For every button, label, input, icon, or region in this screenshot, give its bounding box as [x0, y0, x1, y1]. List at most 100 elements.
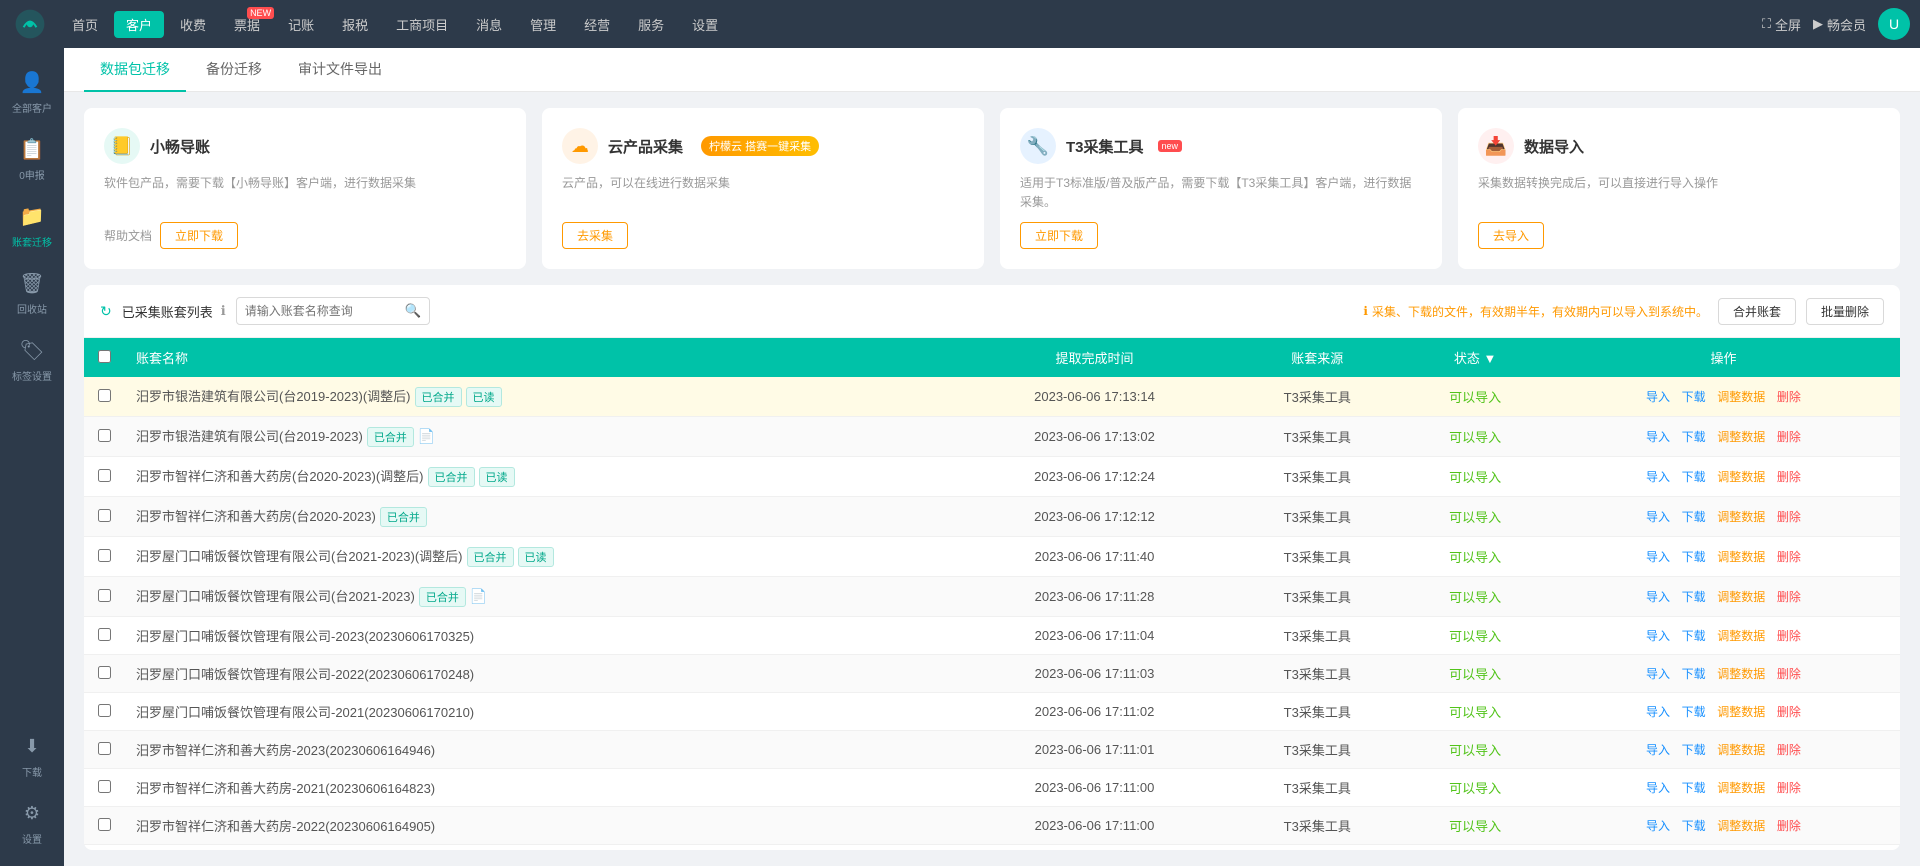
row-checkbox-cell[interactable]: [84, 417, 124, 457]
import-link[interactable]: 导入: [1646, 705, 1670, 719]
row-checkbox[interactable]: [98, 742, 111, 755]
sidebar-bottom-item-设置[interactable]: ⚙设置: [0, 789, 64, 856]
delete-link[interactable]: 删除: [1777, 781, 1801, 795]
nav-item-票据[interactable]: 票据NEW: [222, 11, 272, 38]
adjust-data-link[interactable]: 调整数据: [1717, 430, 1765, 444]
file-icon[interactable]: 📄: [418, 428, 435, 444]
row-checkbox[interactable]: [98, 704, 111, 717]
card-action-btn[interactable]: 去采集: [562, 222, 628, 249]
row-checkbox-cell[interactable]: [84, 693, 124, 731]
nav-item-客户[interactable]: 客户: [114, 11, 164, 38]
adjust-data-link[interactable]: 调整数据: [1717, 667, 1765, 681]
download-link[interactable]: 下载: [1682, 781, 1706, 795]
tab-数据包迁移[interactable]: 数据包迁移: [84, 48, 186, 92]
adjust-data-link[interactable]: 调整数据: [1717, 629, 1765, 643]
col-status[interactable]: 状态 ▼: [1403, 338, 1547, 377]
row-checkbox-cell[interactable]: [84, 655, 124, 693]
adjust-data-link[interactable]: 调整数据: [1717, 743, 1765, 757]
app-logo[interactable]: [10, 4, 50, 44]
search-button[interactable]: 🔍: [397, 303, 430, 319]
download-link[interactable]: 下载: [1682, 390, 1706, 404]
delete-link[interactable]: 删除: [1777, 470, 1801, 484]
batch-delete-btn[interactable]: 批量删除: [1806, 298, 1884, 325]
download-link[interactable]: 下载: [1682, 667, 1706, 681]
sidebar-item-标签设置[interactable]: 🏷标签设置: [0, 326, 64, 393]
row-checkbox-cell[interactable]: [84, 617, 124, 655]
nav-item-收费[interactable]: 收费: [168, 11, 218, 38]
download-link[interactable]: 下载: [1682, 590, 1706, 604]
delete-link[interactable]: 删除: [1777, 819, 1801, 833]
nav-item-记账[interactable]: 记账: [276, 11, 326, 38]
sidebar-item-账套迁移[interactable]: 📁账套迁移: [0, 192, 64, 259]
row-checkbox-cell[interactable]: [84, 537, 124, 577]
download-link[interactable]: 下载: [1682, 430, 1706, 444]
nav-item-工商项目[interactable]: 工商项目: [384, 11, 460, 38]
row-checkbox[interactable]: [98, 549, 111, 562]
row-checkbox[interactable]: [98, 628, 111, 641]
row-checkbox-cell[interactable]: [84, 807, 124, 845]
search-input[interactable]: [237, 304, 397, 318]
sidebar-item-0申报[interactable]: 📋0申报: [0, 125, 64, 192]
adjust-data-link[interactable]: 调整数据: [1717, 705, 1765, 719]
download-link[interactable]: 下载: [1682, 550, 1706, 564]
delete-link[interactable]: 删除: [1777, 629, 1801, 643]
adjust-data-link[interactable]: 调整数据: [1717, 550, 1765, 564]
import-link[interactable]: 导入: [1646, 667, 1670, 681]
card-action-btn[interactable]: 立即下载: [160, 222, 238, 249]
download-link[interactable]: 下载: [1682, 629, 1706, 643]
delete-link[interactable]: 删除: [1777, 705, 1801, 719]
row-checkbox-cell[interactable]: [84, 845, 124, 850]
card-action-btn[interactable]: 去导入: [1478, 222, 1544, 249]
download-link[interactable]: 下载: [1682, 470, 1706, 484]
row-checkbox[interactable]: [98, 389, 111, 402]
file-icon[interactable]: 📄: [470, 588, 487, 604]
sidebar-bottom-item-下载[interactable]: ⬇下载: [0, 722, 64, 789]
import-link[interactable]: 导入: [1646, 629, 1670, 643]
row-checkbox-cell[interactable]: [84, 577, 124, 617]
nav-item-设置[interactable]: 设置: [680, 11, 730, 38]
tab-备份迁移[interactable]: 备份迁移: [190, 48, 278, 92]
tab-审计文件导出[interactable]: 审计文件导出: [282, 48, 398, 92]
nav-item-服务[interactable]: 服务: [626, 11, 676, 38]
delete-link[interactable]: 删除: [1777, 667, 1801, 681]
user-avatar[interactable]: U: [1878, 8, 1910, 40]
download-link[interactable]: 下载: [1682, 819, 1706, 833]
nav-item-报税[interactable]: 报税: [330, 11, 380, 38]
delete-link[interactable]: 删除: [1777, 550, 1801, 564]
import-link[interactable]: 导入: [1646, 550, 1670, 564]
row-checkbox[interactable]: [98, 469, 111, 482]
import-link[interactable]: 导入: [1646, 510, 1670, 524]
delete-link[interactable]: 删除: [1777, 390, 1801, 404]
sidebar-item-回收站[interactable]: 🗑回收站: [0, 259, 64, 326]
delete-link[interactable]: 删除: [1777, 743, 1801, 757]
adjust-data-link[interactable]: 调整数据: [1717, 781, 1765, 795]
help-icon[interactable]: ℹ: [221, 303, 226, 319]
adjust-data-link[interactable]: 调整数据: [1717, 510, 1765, 524]
row-checkbox-cell[interactable]: [84, 457, 124, 497]
download-link[interactable]: 下载: [1682, 705, 1706, 719]
download-link[interactable]: 下载: [1682, 743, 1706, 757]
import-link[interactable]: 导入: [1646, 430, 1670, 444]
adjust-data-link[interactable]: 调整数据: [1717, 819, 1765, 833]
import-link[interactable]: 导入: [1646, 819, 1670, 833]
import-link[interactable]: 导入: [1646, 590, 1670, 604]
refresh-icon[interactable]: ↻: [100, 303, 112, 320]
member-button[interactable]: ▶ 畅会员: [1813, 15, 1866, 34]
row-checkbox[interactable]: [98, 818, 111, 831]
nav-item-首页[interactable]: 首页: [60, 11, 110, 38]
adjust-data-link[interactable]: 调整数据: [1717, 390, 1765, 404]
download-link[interactable]: 下载: [1682, 510, 1706, 524]
row-checkbox[interactable]: [98, 509, 111, 522]
nav-item-消息[interactable]: 消息: [464, 11, 514, 38]
merge-btn[interactable]: 合并账套: [1718, 298, 1796, 325]
row-checkbox-cell[interactable]: [84, 377, 124, 417]
row-checkbox-cell[interactable]: [84, 731, 124, 769]
row-checkbox[interactable]: [98, 780, 111, 793]
import-link[interactable]: 导入: [1646, 781, 1670, 795]
delete-link[interactable]: 删除: [1777, 430, 1801, 444]
row-checkbox-cell[interactable]: [84, 769, 124, 807]
nav-item-管理[interactable]: 管理: [518, 11, 568, 38]
card-link-btn[interactable]: 帮助文档: [104, 227, 152, 244]
row-checkbox-cell[interactable]: [84, 497, 124, 537]
select-all-checkbox[interactable]: [98, 350, 111, 363]
